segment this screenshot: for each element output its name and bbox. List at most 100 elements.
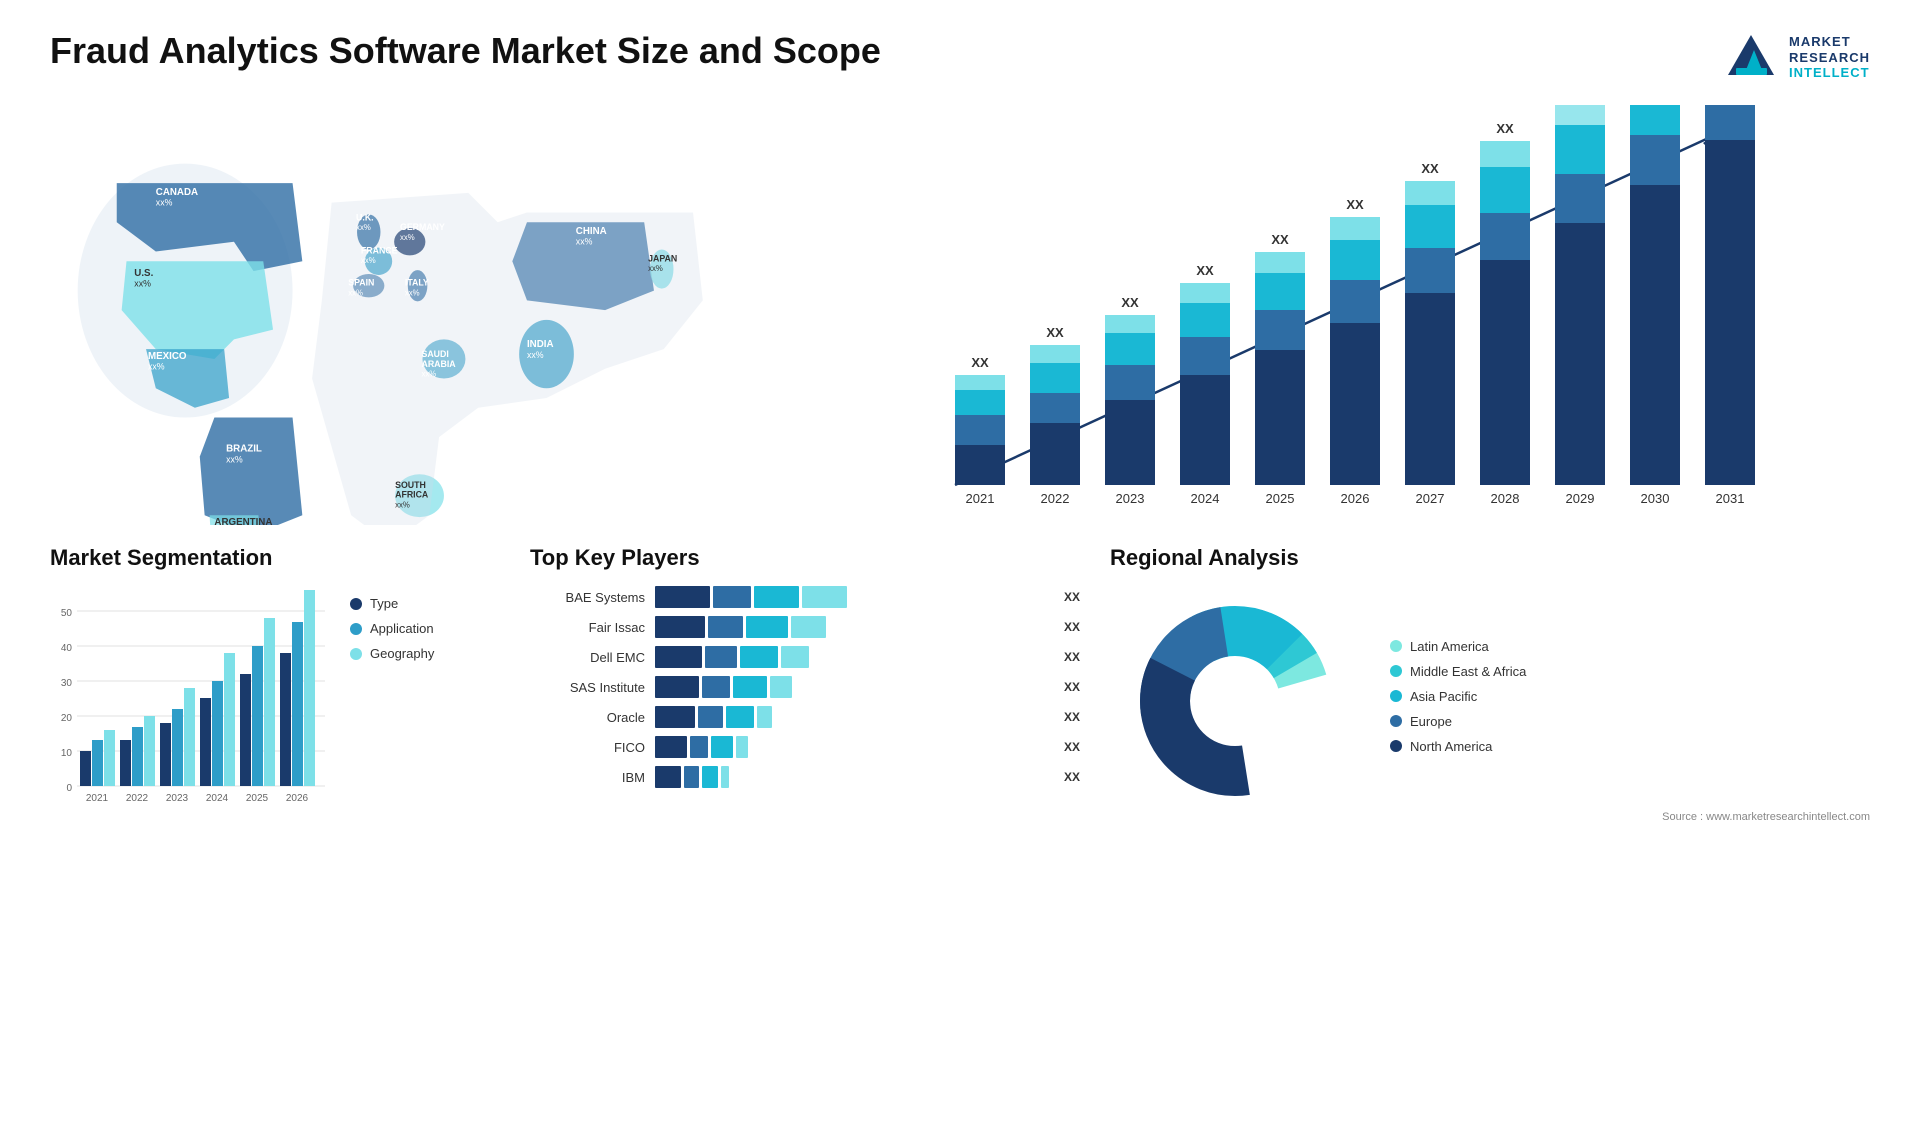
bar-seg	[655, 646, 702, 668]
svg-text:ITALY: ITALY	[405, 278, 429, 288]
bar-seg	[754, 586, 799, 608]
svg-text:2030: 2030	[1641, 491, 1670, 506]
svg-text:2027: 2027	[1416, 491, 1445, 506]
player-bar-dell	[655, 646, 1049, 668]
player-bar-oracle	[655, 706, 1049, 728]
bar-seg	[655, 766, 681, 788]
legend-latin-america-dot	[1390, 640, 1402, 652]
player-sas: SAS Institute XX	[530, 676, 1080, 698]
player-value-bae: XX	[1064, 590, 1080, 604]
players-title: Top Key Players	[530, 545, 1080, 571]
legend-north-america: North America	[1390, 739, 1526, 754]
player-bar-bae	[655, 586, 1049, 608]
regional-section: Regional Analysis	[1110, 545, 1870, 1101]
svg-text:FRANCE: FRANCE	[361, 245, 398, 255]
player-value-fairissac: XX	[1064, 620, 1080, 634]
svg-text:40: 40	[61, 643, 73, 654]
svg-text:2021: 2021	[966, 491, 995, 506]
legend-europe-dot	[1390, 715, 1402, 727]
world-map: CANADA xx% U.S. xx% MEXICO xx% BRAZIL xx…	[50, 105, 750, 525]
player-bar-ibm	[655, 766, 1049, 788]
bar-seg	[702, 766, 718, 788]
segmentation-title: Market Segmentation	[50, 545, 500, 571]
svg-text:xx%: xx%	[226, 454, 243, 464]
bar-seg	[702, 676, 730, 698]
svg-text:2025: 2025	[246, 793, 269, 804]
players-section: Top Key Players BAE Systems XX Fai	[530, 545, 1080, 1101]
player-name-fico: FICO	[530, 740, 645, 755]
svg-text:ARGENTINA: ARGENTINA	[214, 517, 272, 525]
svg-text:GERMANY: GERMANY	[400, 222, 445, 232]
player-bar-fico	[655, 736, 1049, 758]
growth-chart: XX XX XX XX	[780, 105, 1870, 525]
player-bae: BAE Systems XX	[530, 586, 1080, 608]
svg-text:XX: XX	[1046, 325, 1064, 340]
legend-asia-pacific-dot	[1390, 690, 1402, 702]
regional-legend: Latin America Middle East & Africa Asia …	[1390, 639, 1526, 754]
svg-text:CANADA: CANADA	[156, 187, 198, 198]
svg-text:XX: XX	[1421, 161, 1439, 176]
players-list: BAE Systems XX Fair Issac	[530, 586, 1080, 788]
svg-text:30: 30	[61, 678, 73, 689]
bar-seg	[770, 676, 792, 698]
svg-text:2026: 2026	[1341, 491, 1370, 506]
player-bar-fairissac	[655, 616, 1049, 638]
player-name-dell: Dell EMC	[530, 650, 645, 665]
donut-container: Latin America Middle East & Africa Asia …	[1110, 586, 1870, 806]
svg-text:xx%: xx%	[348, 288, 363, 297]
svg-text:20: 20	[61, 713, 73, 724]
main-grid: CANADA xx% U.S. xx% MEXICO xx% BRAZIL xx…	[50, 105, 1870, 1101]
svg-text:2029: 2029	[1566, 491, 1595, 506]
page-container: Fraud Analytics Software Market Size and…	[0, 0, 1920, 1146]
player-oracle: Oracle XX	[530, 706, 1080, 728]
svg-text:2022: 2022	[126, 793, 149, 804]
svg-text:xx%: xx%	[148, 362, 165, 372]
svg-text:JAPAN: JAPAN	[648, 253, 677, 263]
logo-icon	[1724, 30, 1779, 85]
svg-text:10: 10	[61, 748, 73, 759]
legend-mea: Middle East & Africa	[1390, 664, 1526, 679]
logo-area: MARKET RESEARCH INTELLECT	[1724, 30, 1870, 85]
segmentation-section: Market Segmentation 0 10 20 30 40 50 60	[50, 545, 500, 1101]
svg-text:xx%: xx%	[356, 223, 371, 232]
svg-text:2023: 2023	[1116, 491, 1145, 506]
bar-seg	[733, 676, 767, 698]
bar-seg	[655, 616, 705, 638]
bar-seg	[690, 736, 708, 758]
svg-text:2021: 2021	[86, 793, 109, 804]
map-section: CANADA xx% U.S. xx% MEXICO xx% BRAZIL xx…	[50, 105, 750, 525]
bar-chart-section: XX XX XX XX	[780, 105, 1870, 525]
donut-chart	[1110, 586, 1360, 806]
bar-seg	[781, 646, 809, 668]
bar-seg	[757, 706, 772, 728]
segmentation-chart: 0 10 20 30 40 50 60	[50, 586, 330, 816]
svg-text:xx%: xx%	[395, 500, 410, 509]
player-dell: Dell EMC XX	[530, 646, 1080, 668]
svg-text:xx%: xx%	[400, 233, 415, 242]
legend-mea-dot	[1390, 665, 1402, 677]
svg-text:ARABIA: ARABIA	[421, 359, 456, 369]
svg-text:2025: 2025	[1266, 491, 1295, 506]
legend-latin-america: Latin America	[1390, 639, 1526, 654]
bar-seg	[708, 616, 743, 638]
svg-text:SPAIN: SPAIN	[348, 278, 374, 288]
player-fairissac: Fair Issac XX	[530, 616, 1080, 638]
svg-text:XX: XX	[1346, 197, 1364, 212]
bar-seg	[721, 766, 729, 788]
svg-text:XX: XX	[1121, 295, 1139, 310]
bar-seg	[655, 706, 695, 728]
legend-north-america-dot	[1390, 740, 1402, 752]
svg-text:xx%: xx%	[421, 370, 436, 379]
bar-seg	[713, 586, 751, 608]
svg-text:SOUTH: SOUTH	[395, 480, 426, 490]
bar-seg	[705, 646, 737, 668]
svg-text:AFRICA: AFRICA	[395, 490, 429, 500]
svg-text:CHINA: CHINA	[576, 226, 607, 237]
segmentation-legend: Type Application Geography	[350, 596, 434, 661]
header: Fraud Analytics Software Market Size and…	[50, 30, 1870, 85]
svg-text:xx%: xx%	[134, 279, 151, 289]
bar-seg	[655, 586, 710, 608]
bar-seg	[726, 706, 754, 728]
svg-text:50: 50	[61, 608, 73, 619]
svg-text:2031: 2031	[1716, 491, 1745, 506]
